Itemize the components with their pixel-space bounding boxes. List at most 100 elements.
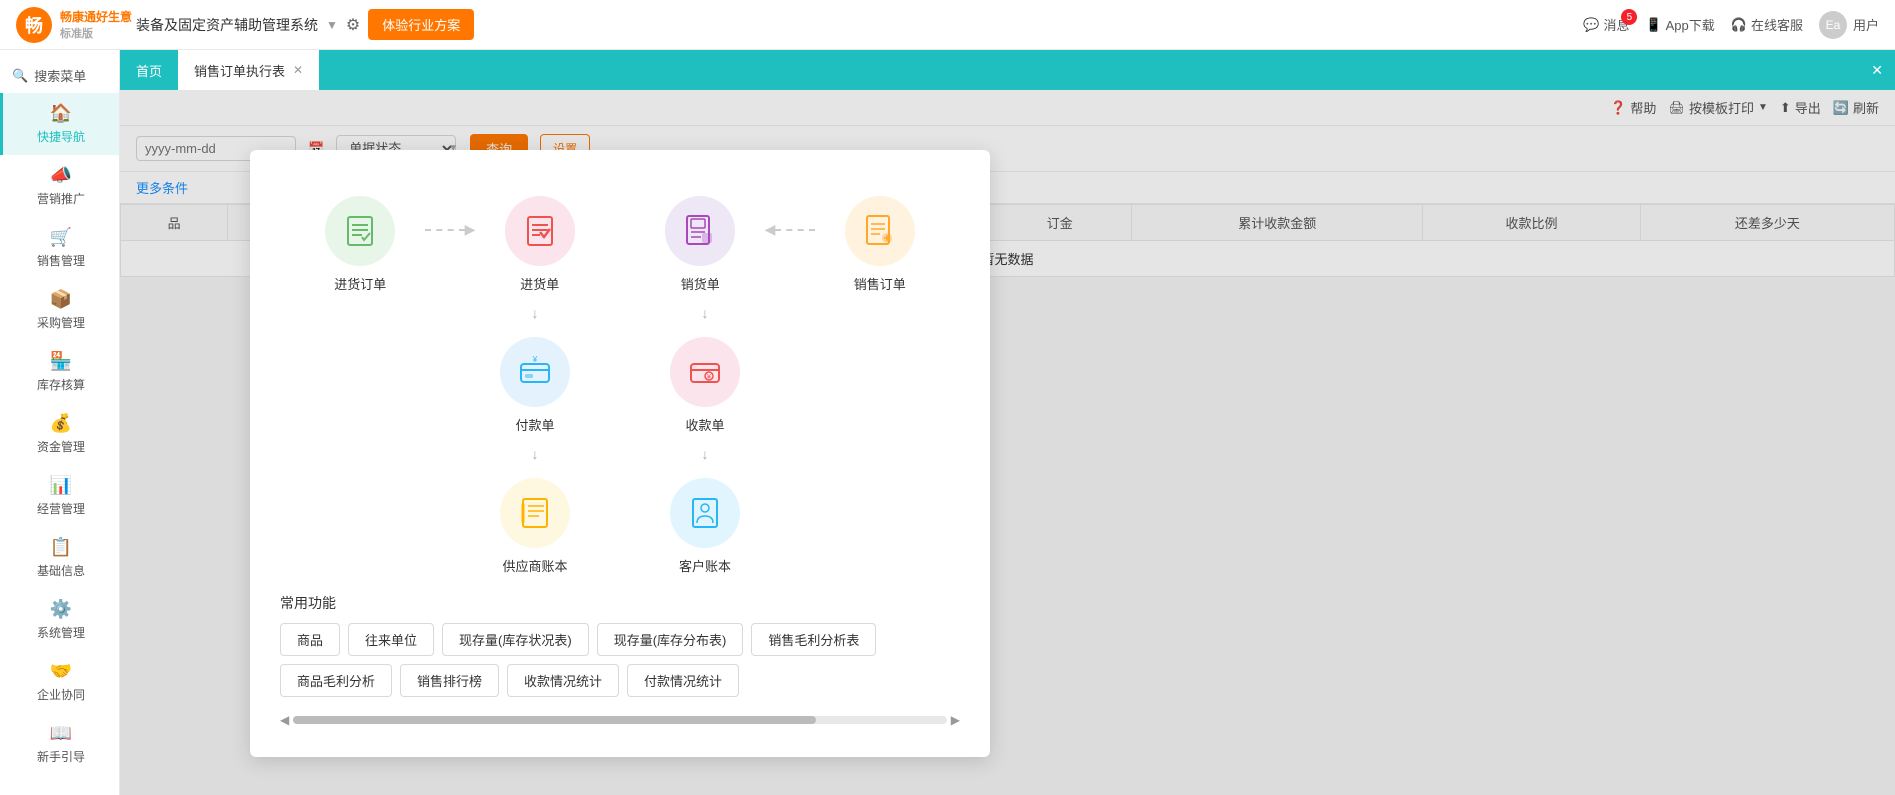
cf-title: 常用功能 xyxy=(280,593,960,613)
sidebar-item-finance[interactable]: 💰 资金管理 xyxy=(0,403,119,465)
sidebar-search[interactable]: 🔍 搜索菜单 xyxy=(0,58,119,93)
finance-icon: 💰 xyxy=(50,413,72,434)
cf-btn-goods-gross[interactable]: 商品毛利分析 xyxy=(280,664,392,697)
tab-home[interactable]: 首页 xyxy=(120,50,178,90)
payment-bill-label: 付款单 xyxy=(515,415,554,434)
scroll-left-icon[interactable]: ◀ xyxy=(280,713,289,727)
sidebar-label-finance: 资金管理 xyxy=(37,438,85,455)
sidebar-label-quick-nav: 快捷导航 xyxy=(37,128,85,145)
sidebar-item-quick-nav[interactable]: 🏠 快捷导航 xyxy=(0,93,119,155)
cf-btn-stock-dist[interactable]: 现存量(库存分布表) xyxy=(597,623,744,656)
svg-text:¥: ¥ xyxy=(707,374,711,381)
flow-diagram: 进货订单 ▶ xyxy=(280,180,960,583)
layout: 🔍 搜索菜单 🏠 快捷导航 📣 营销推广 🛒 销售管理 📦 采购管理 🏪 库存核… xyxy=(0,50,1895,795)
supplier-ledger-icon xyxy=(517,495,553,531)
logo-area: 畅 畅康通好生意 标准版 xyxy=(16,7,136,43)
purchase-order-circle xyxy=(325,196,395,266)
app-label: App下载 xyxy=(1666,15,1715,34)
flow-arrows-row-1: ↓ ↓ xyxy=(280,305,960,321)
sidebar-label-operation: 经营管理 xyxy=(37,500,85,517)
flow-purchase-bill[interactable]: 进货单 xyxy=(459,180,620,301)
flow-receipt-bill[interactable]: ¥ 收款单 xyxy=(620,321,790,442)
gear-icon[interactable]: ⚙ xyxy=(346,15,360,35)
main: 首页 销售订单执行表 ✕ ✕ ❓ 帮助 🖨 按模板打印 ▼ xyxy=(120,50,1895,795)
scrollbar-thumb xyxy=(293,716,816,724)
supplier-ledger-circle xyxy=(500,478,570,548)
cf-btn-goods[interactable]: 商品 xyxy=(280,623,340,656)
system-title-text: 装备及固定资产辅助管理系统 xyxy=(136,15,318,35)
service-label: 在线客服 xyxy=(1751,15,1803,34)
service-icon: 🎧 xyxy=(1731,17,1747,33)
flow-payment-bill[interactable]: ¥ 付款单 xyxy=(450,321,620,442)
sidebar-item-enterprise[interactable]: 🤝 企业协同 xyxy=(0,651,119,713)
tab-close-icon[interactable]: ✕ xyxy=(293,63,303,77)
flow-row-2: ¥ 付款单 xyxy=(280,321,960,442)
sidebar-item-inventory[interactable]: 🏪 库存核算 xyxy=(0,341,119,403)
flow-supplier-ledger[interactable]: 供应商账本 xyxy=(450,462,620,583)
user-info[interactable]: Ea 用户 xyxy=(1819,11,1879,39)
system-icon: ⚙️ xyxy=(50,599,72,620)
purchase-icon: 📦 xyxy=(50,289,72,310)
popup-scrollbar: ◀ ▶ xyxy=(280,713,960,727)
sidebar-item-sales[interactable]: 🛒 销售管理 xyxy=(0,217,119,279)
flow-arrows-row-3: ↓ ↓ xyxy=(280,446,960,462)
inventory-icon: 🏪 xyxy=(50,351,72,372)
cf-btn-receipt-stats[interactable]: 收款情况统计 xyxy=(507,664,619,697)
sidebar-label-guide: 新手引导 xyxy=(37,748,85,765)
logo-sub: 标准版 xyxy=(60,25,132,41)
topbar: 畅 畅康通好生意 标准版 装备及固定资产辅助管理系统 ▼ ⚙ 体验行业方案 💬 … xyxy=(0,0,1895,50)
flow-customer-ledger[interactable]: 客户账本 xyxy=(620,462,790,583)
guide-icon: 📖 xyxy=(50,723,72,744)
basic-icon: 📋 xyxy=(50,537,72,558)
payment-bill-circle: ¥ xyxy=(500,337,570,407)
sidebar-label-enterprise: 企业协同 xyxy=(37,686,85,703)
tab-home-label: 首页 xyxy=(136,61,162,80)
arrow-pb-down: ↓ xyxy=(450,305,620,321)
svg-text:¥: ¥ xyxy=(532,355,538,364)
sales-bill-label: 销货单 xyxy=(681,274,720,293)
flow-row-0: 进货订单 ▶ xyxy=(280,180,960,301)
purchase-order-icon xyxy=(342,213,378,249)
sidebar: 🔍 搜索菜单 🏠 快捷导航 📣 营销推广 🛒 销售管理 📦 采购管理 🏪 库存核… xyxy=(0,50,120,795)
marketing-icon: 📣 xyxy=(50,165,72,186)
close-right-icon[interactable]: ✕ xyxy=(1871,62,1895,79)
cf-btn-payment-stats[interactable]: 付款情况统计 xyxy=(627,664,739,697)
experience-button[interactable]: 体验行业方案 xyxy=(368,9,474,40)
spacer-col0 xyxy=(280,305,450,321)
spacer-col3 xyxy=(790,305,960,321)
customer-ledger-label: 客户账本 xyxy=(679,556,731,575)
sidebar-item-purchase[interactable]: 📦 采购管理 xyxy=(0,279,119,341)
dropdown-icon[interactable]: ▼ xyxy=(326,18,338,32)
message-item[interactable]: 💬 消息 5 xyxy=(1583,15,1629,34)
sales-order-label: 销售订单 xyxy=(854,274,906,293)
logo-icon: 畅 xyxy=(16,7,52,43)
system-title-area: 装备及固定资产辅助管理系统 ▼ ⚙ 体验行业方案 xyxy=(136,9,1583,40)
flow-purchase-order[interactable]: 进货订单 xyxy=(280,180,441,301)
tab-sales-order-exec[interactable]: 销售订单执行表 ✕ xyxy=(178,50,319,90)
cf-btn-sales-gross[interactable]: 销售毛利分析表 xyxy=(751,623,876,656)
sales-icon: 🛒 xyxy=(50,227,72,248)
flow-sales-bill[interactable]: 销货单 xyxy=(620,180,781,301)
sidebar-item-marketing[interactable]: 📣 营销推广 xyxy=(0,155,119,217)
sales-order-icon xyxy=(862,213,898,249)
sidebar-item-basic[interactable]: 📋 基础信息 xyxy=(0,527,119,589)
cf-btn-stock-status[interactable]: 现存量(库存状况表) xyxy=(442,623,589,656)
scrollbar-track[interactable] xyxy=(293,716,947,724)
customer-ledger-icon xyxy=(687,495,723,531)
service-item[interactable]: 🎧 在线客服 xyxy=(1731,15,1803,34)
logo-text: 畅康通好生意 xyxy=(60,8,132,25)
enterprise-icon: 🤝 xyxy=(50,661,72,682)
cf-btn-partner[interactable]: 往来单位 xyxy=(348,623,434,656)
sidebar-label-marketing: 营销推广 xyxy=(37,190,85,207)
app-download-item[interactable]: 📱 App下载 xyxy=(1645,15,1714,34)
sp3-c0 xyxy=(280,446,450,462)
cf-btn-sales-rank[interactable]: 销售排行榜 xyxy=(400,664,499,697)
sidebar-item-system[interactable]: ⚙️ 系统管理 xyxy=(0,589,119,651)
scroll-right-icon[interactable]: ▶ xyxy=(951,713,960,727)
flow-sales-order[interactable]: 销售订单 xyxy=(799,180,960,301)
sales-order-circle xyxy=(845,196,915,266)
avatar: Ea xyxy=(1819,11,1847,39)
sidebar-item-guide[interactable]: 📖 新手引导 xyxy=(0,713,119,775)
sidebar-item-operation[interactable]: 📊 经营管理 xyxy=(0,465,119,527)
receipt-bill-circle: ¥ xyxy=(670,337,740,407)
